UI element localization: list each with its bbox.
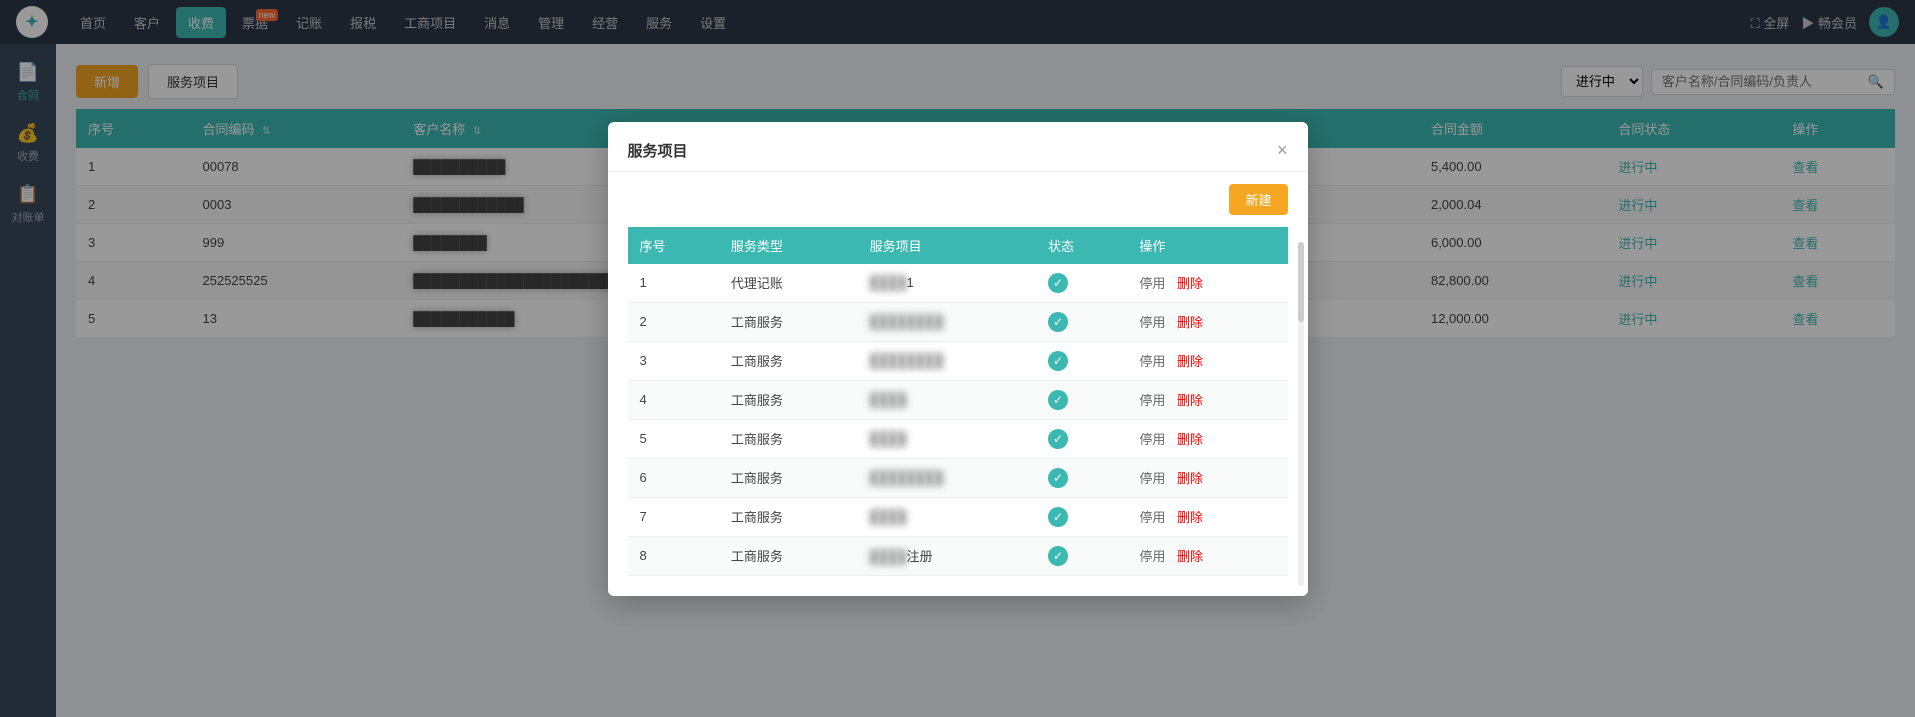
- scrollbar-thumb: [1298, 242, 1304, 322]
- status-check-icon: ✓: [1048, 507, 1068, 527]
- modal-title: 服务项目: [628, 140, 688, 161]
- modal-col-status: 状态: [1036, 227, 1127, 264]
- stop-button[interactable]: 停用: [1139, 393, 1165, 408]
- delete-button[interactable]: 删除: [1177, 510, 1203, 525]
- modal-scrollbar[interactable]: [1298, 242, 1304, 586]
- modal-new-button[interactable]: 新建: [1229, 184, 1287, 215]
- delete-button[interactable]: 删除: [1177, 432, 1203, 447]
- delete-button[interactable]: 删除: [1177, 315, 1203, 330]
- delete-button[interactable]: 删除: [1177, 393, 1203, 408]
- modal: 服务项目 × 新建 序号 服务类型 服务项目 状态 操作: [608, 122, 1308, 596]
- stop-button[interactable]: 停用: [1139, 510, 1165, 525]
- delete-button[interactable]: 删除: [1177, 471, 1203, 486]
- modal-table-row: 2 工商服务 ████████ ✓ 停用 删除: [628, 302, 1288, 341]
- delete-button[interactable]: 删除: [1177, 549, 1203, 564]
- status-check-icon: ✓: [1048, 429, 1068, 449]
- modal-col-type: 服务类型: [719, 227, 858, 264]
- stop-button[interactable]: 停用: [1139, 315, 1165, 330]
- stop-button[interactable]: 停用: [1139, 432, 1165, 447]
- modal-table-row: 6 工商服务 ████████ ✓ 停用 删除: [628, 458, 1288, 497]
- modal-table-row: 1 代理记账 ████1 ✓ 停用 删除: [628, 264, 1288, 303]
- modal-table: 序号 服务类型 服务项目 状态 操作 1 代理记账 ████1 ✓ 停用: [628, 227, 1288, 576]
- stop-button[interactable]: 停用: [1139, 354, 1165, 369]
- modal-col-action: 操作: [1127, 227, 1287, 264]
- modal-table-row: 5 工商服务 ████ ✓ 停用 删除: [628, 419, 1288, 458]
- modal-col-seq: 序号: [628, 227, 719, 264]
- modal-header: 服务项目 ×: [608, 122, 1308, 172]
- delete-button[interactable]: 删除: [1177, 276, 1203, 291]
- modal-table-row: 8 工商服务 ████注册 ✓ 停用 删除: [628, 536, 1288, 575]
- overlay[interactable]: 服务项目 × 新建 序号 服务类型 服务项目 状态 操作: [0, 0, 1915, 717]
- status-check-icon: ✓: [1048, 312, 1068, 332]
- modal-col-project: 服务项目: [858, 227, 1036, 264]
- modal-close-button[interactable]: ×: [1277, 141, 1288, 159]
- modal-body: 序号 服务类型 服务项目 状态 操作 1 代理记账 ████1 ✓ 停用: [608, 227, 1308, 596]
- stop-button[interactable]: 停用: [1139, 549, 1165, 564]
- modal-table-row: 7 工商服务 ████ ✓ 停用 删除: [628, 497, 1288, 536]
- modal-toolbar: 新建: [608, 172, 1308, 227]
- status-check-icon: ✓: [1048, 468, 1068, 488]
- modal-table-row: 3 工商服务 ████████ ✓ 停用 删除: [628, 341, 1288, 380]
- stop-button[interactable]: 停用: [1139, 471, 1165, 486]
- stop-button[interactable]: 停用: [1139, 276, 1165, 291]
- status-check-icon: ✓: [1048, 546, 1068, 566]
- modal-table-row: 4 工商服务 ████ ✓ 停用 删除: [628, 380, 1288, 419]
- status-check-icon: ✓: [1048, 390, 1068, 410]
- status-check-icon: ✓: [1048, 351, 1068, 371]
- delete-button[interactable]: 删除: [1177, 354, 1203, 369]
- status-check-icon: ✓: [1048, 273, 1068, 293]
